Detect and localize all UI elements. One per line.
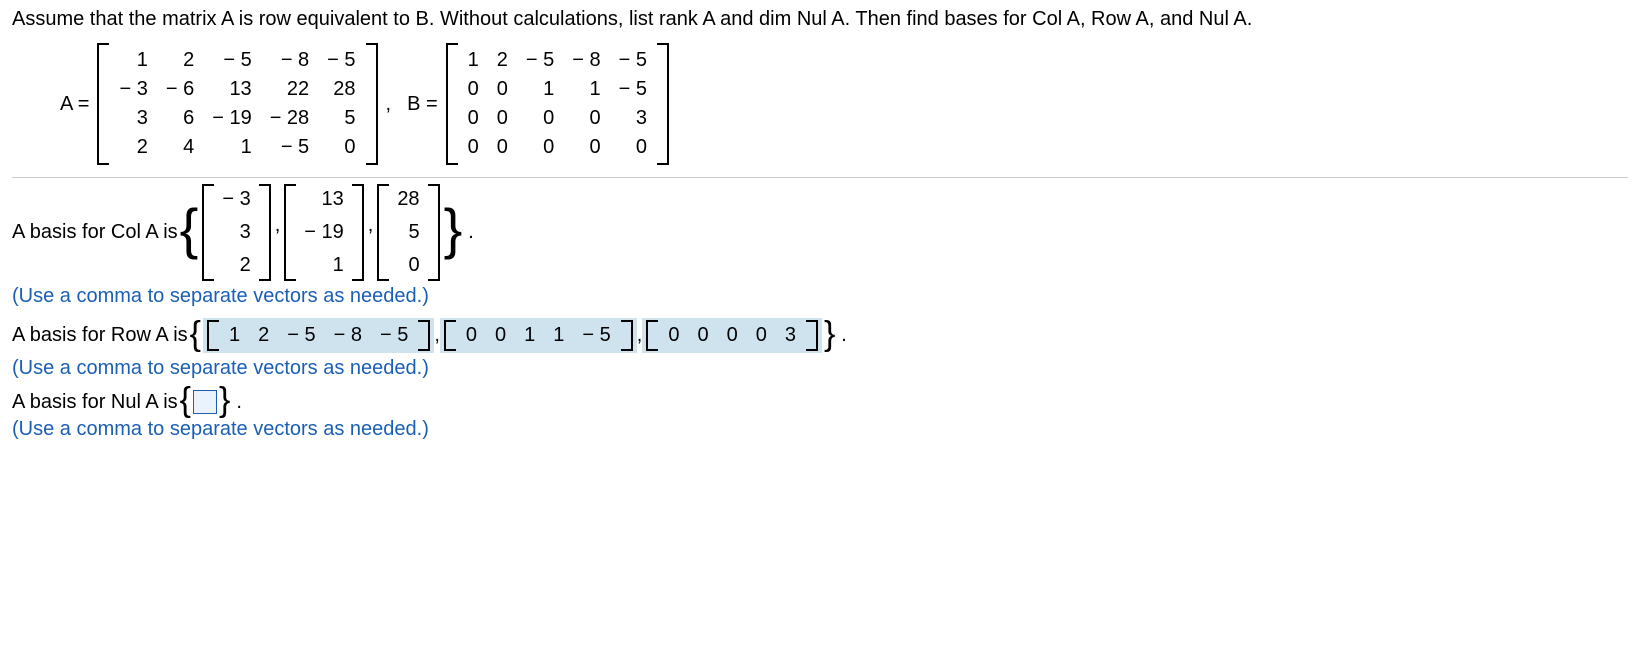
nul-a-answer: A basis for Nul A is { } . [12, 390, 1628, 414]
matrix-definitions: A = 12− 5− 8− 5 − 3− 6132228 36− 19− 285… [52, 43, 1628, 165]
col-a-label: A basis for Col A is [12, 221, 178, 244]
col-vector: − 3 3 2 [202, 184, 270, 281]
period: . [468, 221, 474, 244]
hint-text: (Use a comma to separate vectors as need… [12, 357, 1628, 380]
hint-text: (Use a comma to separate vectors as need… [12, 418, 1628, 441]
question-text: Assume that the matrix A is row equivale… [12, 8, 1628, 31]
row-vector[interactable]: 00003 [642, 318, 822, 353]
separator [12, 177, 1628, 178]
col-a-vectors: − 3 3 2 , 13 − 19 1 , 28 5 0 [200, 184, 441, 281]
col-vector: 28 5 0 [377, 184, 439, 281]
row-a-label: A basis for Row A is [12, 324, 188, 347]
label-A: A = [60, 93, 89, 116]
nul-a-input[interactable] [193, 390, 217, 414]
row-vector[interactable]: 12− 5− 8− 5 [203, 318, 434, 353]
row-vector[interactable]: 0011− 5 [440, 318, 637, 353]
period: . [841, 324, 847, 347]
col-a-answer: A basis for Col A is { − 3 3 2 , 13 − 19… [12, 184, 1628, 281]
hint-text: (Use a comma to separate vectors as need… [12, 285, 1628, 308]
vector-comma: , [273, 214, 283, 251]
row-a-answer: A basis for Row A is { 12− 5− 8− 5 , 001… [12, 318, 1628, 353]
comma: , [386, 93, 392, 116]
nul-a-label: A basis for Nul A is [12, 391, 178, 414]
period: . [236, 391, 242, 414]
matrix-B: 12− 5− 8− 5 0011− 5 00003 00000 [446, 43, 669, 165]
vector-comma: , [366, 214, 376, 251]
label-B: B = [407, 93, 438, 116]
matrix-A: 12− 5− 8− 5 − 3− 6132228 36− 19− 285 241… [97, 43, 377, 165]
col-vector: 13 − 19 1 [284, 184, 363, 281]
